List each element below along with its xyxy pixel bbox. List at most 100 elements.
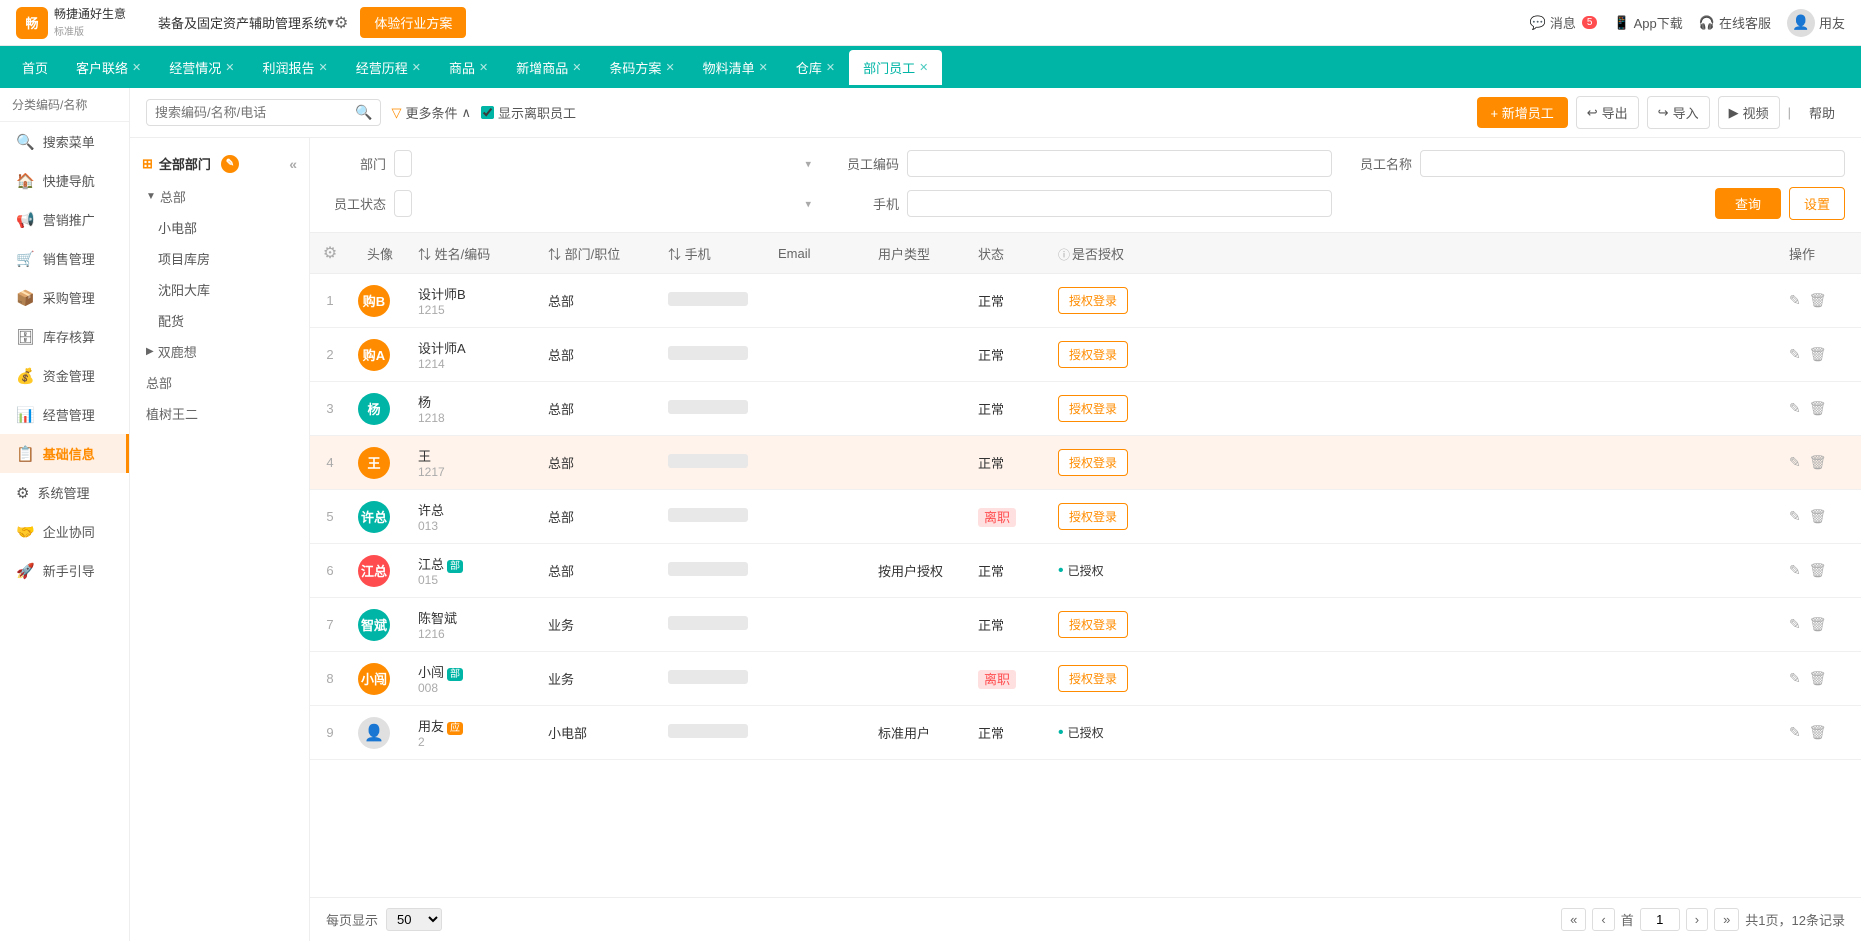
show-resigned-label[interactable]: 显示离职员工	[481, 103, 576, 122]
import-btn[interactable]: ↪ 导入	[1647, 96, 1710, 129]
edit-icon[interactable]: ✎	[1789, 508, 1801, 525]
sidebar-item-system[interactable]: ⚙ 系统管理	[0, 473, 129, 512]
authorize-btn[interactable]: 授权登录	[1058, 341, 1128, 368]
tab-add-goods[interactable]: 新增商品 ✕	[502, 50, 595, 85]
search-submit-icon[interactable]: 🔍	[355, 104, 372, 121]
add-employee-btn[interactable]: + 新增员工	[1477, 97, 1568, 128]
tab-operations[interactable]: 经营情况 ✕	[155, 50, 248, 85]
sidebar-item-collab[interactable]: 🤝 企业协同	[0, 512, 129, 551]
delete-icon[interactable]: 🗑	[1809, 292, 1827, 309]
dept-group-title[interactable]: ▼ 总部	[130, 181, 309, 212]
delete-icon[interactable]: 🗑	[1809, 508, 1827, 525]
show-resigned-checkbox[interactable]	[481, 106, 494, 119]
sidebar-item-sales[interactable]: 🛒 销售管理	[0, 239, 129, 278]
sidebar-item-purchase[interactable]: 📦 采购管理	[0, 278, 129, 317]
edit-icon[interactable]: ✎	[1789, 616, 1801, 633]
tab-close-icon[interactable]: ✕	[319, 61, 328, 74]
dept-group-title-head[interactable]: 总部	[130, 367, 309, 398]
sidebar-item-quicknav[interactable]: 🏠 快捷导航	[0, 161, 129, 200]
edit-icon[interactable]: ✎	[1789, 724, 1801, 741]
sidebar-item-operations[interactable]: 📊 经营管理	[0, 395, 129, 434]
next-page-btn[interactable]: ›	[1686, 908, 1708, 931]
delete-icon[interactable]: 🗑	[1809, 724, 1827, 741]
first-page-btn[interactable]: «	[1561, 908, 1586, 931]
authorize-btn[interactable]: 授权登录	[1058, 395, 1128, 422]
tab-close-icon[interactable]: ✕	[132, 61, 141, 74]
edit-icon[interactable]: ✎	[1789, 562, 1801, 579]
authorize-btn[interactable]: 授权登录	[1058, 503, 1128, 530]
dept-item-distribution[interactable]: 配货	[130, 305, 309, 336]
tab-employees[interactable]: 部门员工 ✕	[849, 50, 942, 85]
sidebar-item-basics[interactable]: 📋 基础信息	[0, 434, 129, 473]
col-dept[interactable]: ⇅ 部门/职位	[540, 233, 660, 274]
delete-icon[interactable]: 🗑	[1809, 454, 1827, 471]
dept-edit-icon[interactable]: ✎	[221, 155, 239, 173]
authorize-btn[interactable]: 授权登录	[1058, 665, 1128, 692]
per-page-select[interactable]: 50 100	[386, 908, 442, 931]
phone-input[interactable]	[907, 190, 1332, 217]
tab-close-icon[interactable]: ✕	[759, 61, 768, 74]
empname-input[interactable]	[1420, 150, 1845, 177]
tab-close-icon[interactable]: ✕	[572, 61, 581, 74]
dept-select[interactable]	[394, 150, 412, 177]
col-phone[interactable]: ⇅ 手机	[660, 233, 770, 274]
edit-icon[interactable]: ✎	[1789, 670, 1801, 687]
menu-search-input[interactable]	[12, 98, 130, 112]
delete-icon[interactable]: 🗑	[1809, 346, 1827, 363]
tab-close-icon[interactable]: ✕	[412, 61, 421, 74]
tab-close-icon[interactable]: ✕	[225, 61, 234, 74]
search-input[interactable]	[155, 105, 355, 120]
online-service-btn[interactable]: 🎧 在线客服	[1699, 13, 1771, 32]
column-settings-icon[interactable]: ⚙	[323, 245, 337, 262]
sidebar-item-inventory[interactable]: 🗄 库存核算	[0, 317, 129, 356]
edit-icon[interactable]: ✎	[1789, 346, 1801, 363]
dept-group-title-shuanglu[interactable]: ▶ 双鹿想	[130, 336, 309, 367]
tab-goods[interactable]: 商品 ✕	[435, 50, 502, 85]
sidebar-item-search[interactable]: 🔍 搜索菜单	[0, 122, 129, 161]
dept-collapse-btn[interactable]: «	[289, 156, 297, 172]
tab-close-icon[interactable]: ✕	[826, 61, 835, 74]
delete-icon[interactable]: 🗑	[1809, 562, 1827, 579]
authorize-btn[interactable]: 授权登录	[1058, 611, 1128, 638]
settings-gear-btn[interactable]: ⚙	[334, 13, 348, 33]
tab-home[interactable]: 首页	[8, 50, 62, 85]
dept-group-title-planting[interactable]: 植树王二	[130, 398, 309, 429]
dept-item-shenyang[interactable]: 沈阳大库	[130, 274, 309, 305]
tab-close-icon[interactable]: ✕	[665, 61, 674, 74]
edit-icon[interactable]: ✎	[1789, 454, 1801, 471]
tab-history[interactable]: 经营历程 ✕	[342, 50, 435, 85]
view-btn[interactable]: ▶ 视频	[1718, 96, 1780, 129]
sidebar-item-finance[interactable]: 💰 资金管理	[0, 356, 129, 395]
edit-icon[interactable]: ✎	[1789, 292, 1801, 309]
page-number-input[interactable]	[1640, 908, 1680, 931]
tab-barcode[interactable]: 条码方案 ✕	[595, 50, 688, 85]
tab-customer[interactable]: 客户联络 ✕	[62, 50, 155, 85]
tab-close-icon[interactable]: ✕	[919, 61, 928, 74]
tab-bom[interactable]: 物料清单 ✕	[689, 50, 782, 85]
tab-profit[interactable]: 利润报告 ✕	[248, 50, 341, 85]
system-dropdown-btn[interactable]: ▾	[327, 14, 334, 31]
trial-btn[interactable]: 体验行业方案	[360, 7, 466, 38]
user-menu-btn[interactable]: 👤 用友	[1787, 9, 1845, 37]
empstatus-select[interactable]	[394, 190, 412, 217]
app-download-btn[interactable]: 📱 App下载	[1613, 13, 1682, 32]
query-btn[interactable]: 查询	[1715, 188, 1781, 219]
tab-warehouse[interactable]: 仓库 ✕	[782, 50, 849, 85]
edit-icon[interactable]: ✎	[1789, 400, 1801, 417]
delete-icon[interactable]: 🗑	[1809, 670, 1827, 687]
help-btn[interactable]: 帮助	[1799, 97, 1845, 128]
dept-item-project[interactable]: 项目库房	[130, 243, 309, 274]
authorize-btn[interactable]: 授权登录	[1058, 449, 1128, 476]
prev-page-btn[interactable]: ‹	[1592, 908, 1614, 931]
dept-all-label[interactable]: 全部部门	[159, 154, 211, 173]
col-name[interactable]: ⇅ 姓名/编码	[410, 233, 540, 274]
sidebar-item-guide[interactable]: 🚀 新手引导	[0, 551, 129, 590]
messages-btn[interactable]: 💬 消息 5	[1530, 13, 1598, 32]
set-btn[interactable]: 设置	[1789, 187, 1845, 220]
authorize-btn[interactable]: 授权登录	[1058, 287, 1128, 314]
export-btn[interactable]: ↩ 导出	[1576, 96, 1639, 129]
more-filter-btn[interactable]: ▽ 更多条件 ∧	[391, 103, 471, 122]
sidebar-item-marketing[interactable]: 📢 营销推广	[0, 200, 129, 239]
dept-item-xdiaob[interactable]: 小电部	[130, 212, 309, 243]
delete-icon[interactable]: 🗑	[1809, 616, 1827, 633]
